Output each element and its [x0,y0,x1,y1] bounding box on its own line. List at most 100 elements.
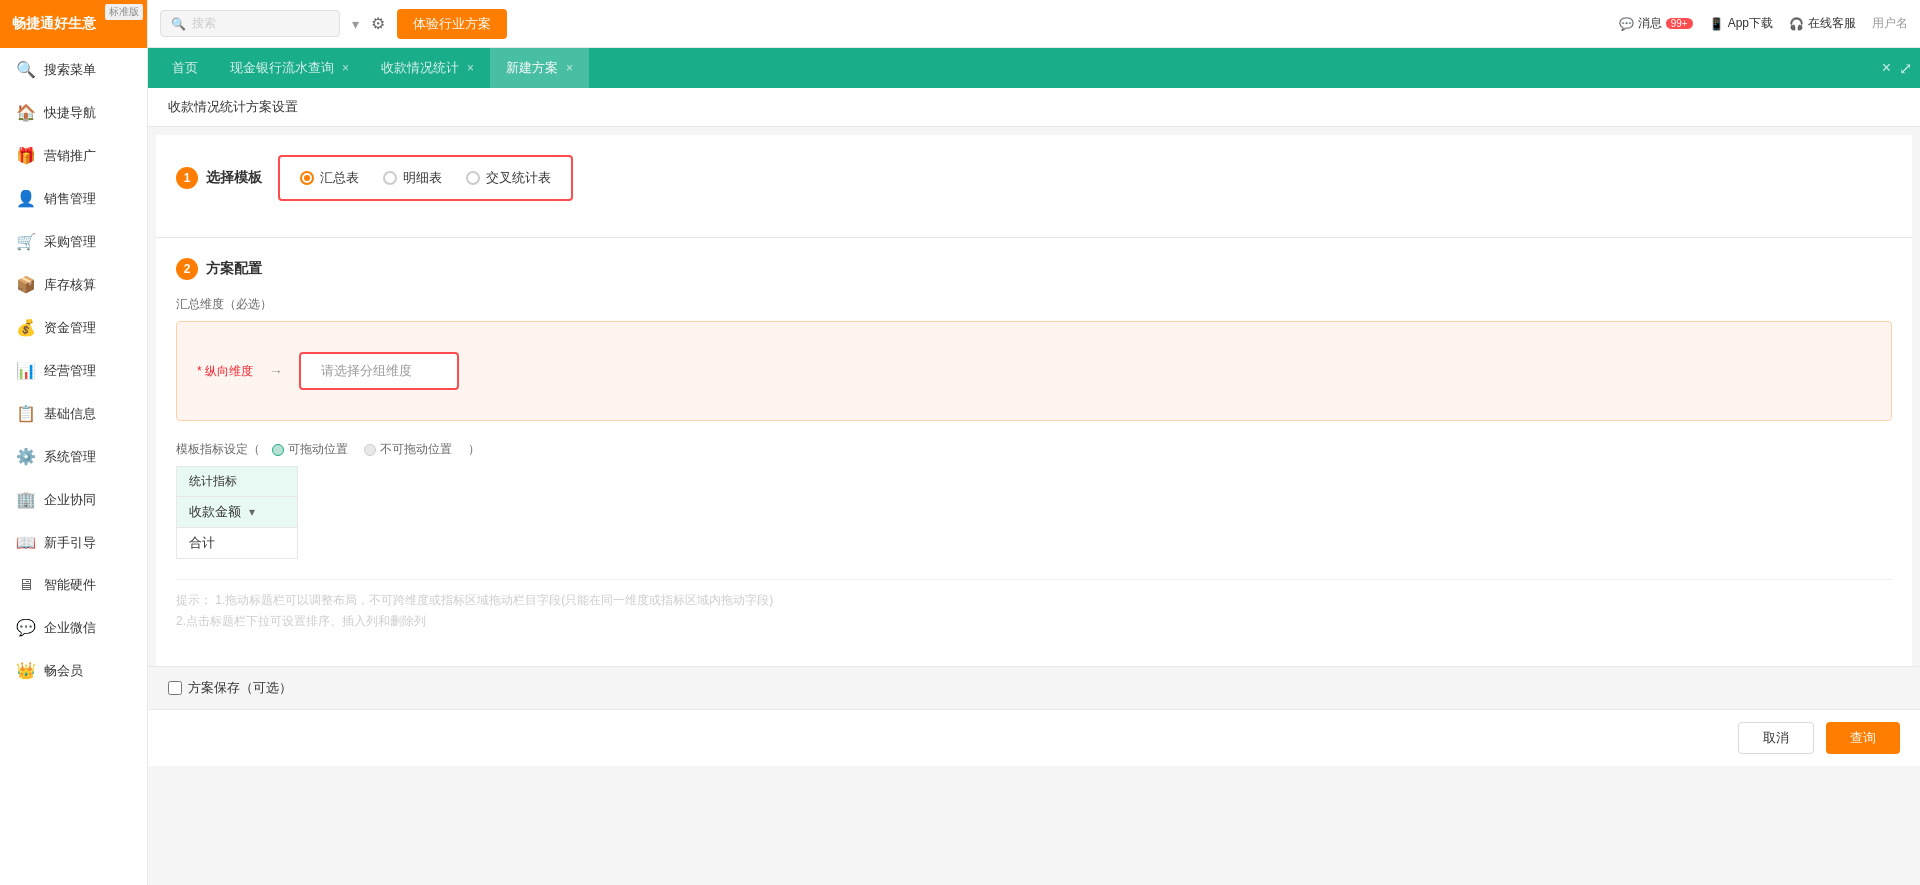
sidebar-label-smart-hw: 智能硬件 [44,576,96,594]
legend-draggable-label: 可拖动位置 [288,441,348,458]
search-menu-icon: 🔍 [16,60,36,79]
tab-collection-stats[interactable]: 收款情况统计 × [365,48,490,88]
sidebar-label-operations: 经营管理 [44,362,96,380]
sidebar-item-quick-nav[interactable]: 🏠 快捷导航 [0,91,147,134]
sidebar-item-beginner[interactable]: 📖 新手引导 [0,521,147,564]
tabbar-right-controls: × ⤢ [1882,59,1912,78]
content-area: 收款情况统计方案设置 1 选择模板 汇总表 明细表 [148,88,1920,885]
metrics-item-amount[interactable]: 收款金额 ▾ [177,497,297,528]
config-section: 2 方案配置 汇总维度（必选） * 纵向维度 → 请选择分组维度 模板指标设定（ [156,237,1912,666]
radio-detail[interactable]: 明细表 [383,169,442,187]
brand-name: 畅捷通好生意 [12,15,96,33]
industry-btn[interactable]: 体验行业方案 [397,9,507,39]
sidebar-label-member: 畅会员 [44,662,83,680]
section1-number: 1 [176,167,198,189]
cart-icon: 🛒 [16,232,36,251]
vertical-dim-label: * 纵向维度 [197,363,253,380]
crown-icon: 👑 [16,661,36,680]
tab-home[interactable]: 首页 [156,48,214,88]
sidebar-item-operations[interactable]: 📊 经营管理 [0,349,147,392]
dimension-select[interactable]: 请选择分组维度 [299,352,459,390]
bottom-bar: 取消 查询 [148,709,1920,766]
radio-cross-circle [466,171,480,185]
metrics-setting-label: 模板指标设定（ [176,441,260,458]
metrics-dropdown-icon[interactable]: ▾ [249,505,255,519]
legend-draggable: 可拖动位置 [272,441,348,458]
cancel-button[interactable]: 取消 [1738,722,1814,754]
sidebar-item-corp-collab[interactable]: 🏢 企业协同 [0,478,147,521]
sidebar-item-member[interactable]: 👑 畅会员 [0,649,147,692]
query-button[interactable]: 查询 [1826,722,1900,754]
dimension-group-label: 汇总维度（必选） [176,296,1892,313]
online-support-item[interactable]: 🎧 在线客服 [1789,15,1856,32]
monitor-icon: 🖥 [16,576,36,594]
radio-summary-circle [300,171,314,185]
radio-detail-label: 明细表 [403,169,442,187]
page-title: 收款情况统计方案设置 [168,99,298,114]
template-options-box: 汇总表 明细表 交叉统计表 [278,155,573,201]
sidebar-label-search-menu: 搜索菜单 [44,61,96,79]
notification-item[interactable]: 💬 消息 99+ [1619,15,1693,32]
username-display: 用户名 [1872,15,1908,32]
sidebar-label-finance: 资金管理 [44,319,96,337]
radio-summary[interactable]: 汇总表 [300,169,359,187]
tip-1: 提示： 1.拖动标题栏可以调整布局，不可跨维度或指标区域拖动栏目字段(只能在同一… [176,592,1892,609]
sidebar: 畅捷通好生意 标准版 🔍 搜索菜单 🏠 快捷导航 🎁 营销推广 👤 销售管理 🛒… [0,0,148,885]
download-icon: 📱 [1709,17,1724,31]
search-box[interactable]: 🔍 搜索 [160,10,340,37]
metrics-section: 模板指标设定（ 可拖动位置 不可拖动位置 ） 统计指标 [176,441,1892,646]
sidebar-item-finance[interactable]: 💰 资金管理 [0,306,147,349]
tab-new-plan-close[interactable]: × [566,61,573,75]
section2-title: 方案配置 [206,260,262,278]
save-checkbox[interactable] [168,681,182,695]
search-icon: 🔍 [171,17,186,31]
sidebar-label-purchase: 采购管理 [44,233,96,251]
sidebar-label-quick-nav: 快捷导航 [44,104,96,122]
chat-icon: 💬 [16,618,36,637]
notification-label: 消息 [1638,15,1662,32]
settings-icon[interactable]: ⚙ [371,14,385,33]
metrics-subtotal: 合计 [177,528,297,558]
radio-cross-label: 交叉统计表 [486,169,551,187]
clipboard-icon: 📋 [16,404,36,423]
gear-icon: ⚙️ [16,447,36,466]
sidebar-item-basic-info[interactable]: 📋 基础信息 [0,392,147,435]
sidebar-item-search-menu[interactable]: 🔍 搜索菜单 [0,48,147,91]
legend-draggable-dot [272,444,284,456]
building-icon: 🏢 [16,490,36,509]
close-all-icon[interactable]: × [1882,59,1891,77]
sidebar-logo: 畅捷通好生意 标准版 [0,0,147,48]
sidebar-item-marketing[interactable]: 🎁 营销推广 [0,134,147,177]
section1-title: 选择模板 [206,169,262,187]
sidebar-item-corp-wechat[interactable]: 💬 企业微信 [0,606,147,649]
user-icon: 👤 [16,189,36,208]
radio-summary-label: 汇总表 [320,169,359,187]
tabbar: 首页 现金银行流水查询 × 收款情况统计 × 新建方案 × × ⤢ [148,48,1920,88]
tips-section: 提示： 1.拖动标题栏可以调整布局，不可跨维度或指标区域拖动栏目字段(只能在同一… [176,579,1892,646]
metrics-item-amount-label: 收款金额 [189,503,241,521]
tab-bank-flow[interactable]: 现金银行流水查询 × [214,48,365,88]
maximize-icon[interactable]: ⤢ [1899,59,1912,78]
tab-collection-stats-close[interactable]: × [467,61,474,75]
sidebar-label-inventory: 库存核算 [44,276,96,294]
sidebar-item-sales[interactable]: 👤 销售管理 [0,177,147,220]
app-download-item[interactable]: 📱 App下载 [1709,15,1773,32]
tab-new-plan[interactable]: 新建方案 × [490,48,589,88]
metrics-table: 统计指标 收款金额 ▾ 合计 [176,466,298,559]
metrics-legend: 可拖动位置 不可拖动位置 ） [272,441,480,458]
sidebar-item-inventory[interactable]: 📦 库存核算 [0,263,147,306]
section2-number: 2 [176,258,198,280]
sidebar-label-sales: 销售管理 [44,190,96,208]
sidebar-item-sys-mgmt[interactable]: ⚙️ 系统管理 [0,435,147,478]
search-placeholder: 搜索 [192,15,216,32]
sidebar-item-smart-hw[interactable]: 🖥 智能硬件 [0,564,147,606]
radio-cross[interactable]: 交叉统计表 [466,169,551,187]
topbar-dropdown-icon[interactable]: ▾ [352,16,359,32]
save-section: 方案保存（可选） [148,666,1920,709]
home-icon: 🏠 [16,103,36,122]
tab-bank-flow-close[interactable]: × [342,61,349,75]
app-download-label: App下载 [1728,15,1773,32]
sidebar-label-corp-collab: 企业协同 [44,491,96,509]
sidebar-item-purchase[interactable]: 🛒 采购管理 [0,220,147,263]
save-checkbox-row: 方案保存（可选） [168,679,1900,697]
